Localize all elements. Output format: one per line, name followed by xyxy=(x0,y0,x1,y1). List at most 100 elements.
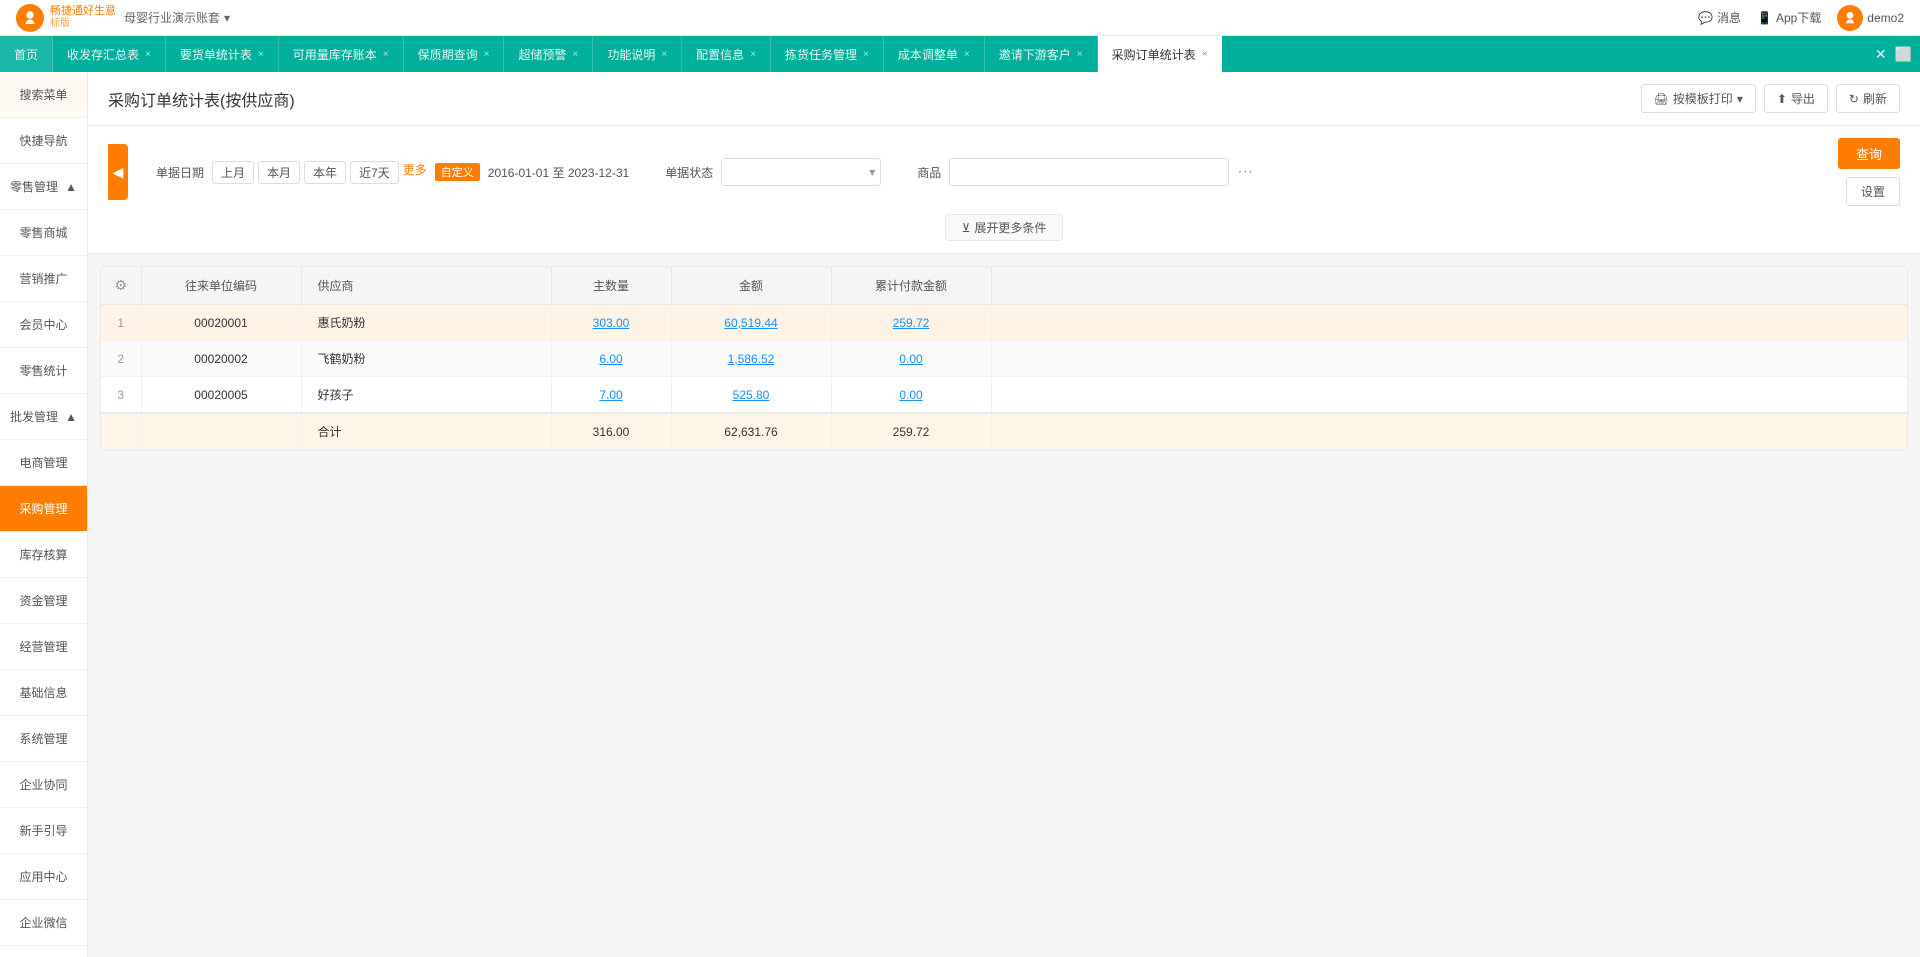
sidebar-item-guide[interactable]: 新手引导 xyxy=(0,808,87,854)
sidebar-item-finance[interactable]: 资金管理 xyxy=(0,578,87,624)
sidebar-item-inventory[interactable]: 库存核算 xyxy=(0,532,87,578)
cell-qty: 6.00 xyxy=(551,341,671,377)
date-btn-thisyear[interactable]: 本年 xyxy=(304,161,346,184)
close-icon[interactable]: × xyxy=(863,49,869,60)
sidebar-label: 会员中心 xyxy=(19,316,67,333)
sidebar-item-wechat[interactable]: 企业微信 xyxy=(0,900,87,946)
cell-amount: 60,519.44 xyxy=(671,305,831,341)
table-row[interactable]: 3 00020005 好孩子 7.00 525.80 0.00 xyxy=(101,377,1907,414)
tab-chaochuyujing[interactable]: 超储预警 × xyxy=(504,36,593,72)
user-avatar[interactable]: demo2 xyxy=(1837,5,1904,31)
sidebar-item-retail-stats[interactable]: 零售统计 xyxy=(0,348,87,394)
sidebar-item-members[interactable]: 会员中心 xyxy=(0,302,87,348)
date-btn-thismonth[interactable]: 本月 xyxy=(258,161,300,184)
avatar-circle xyxy=(1837,5,1863,31)
footer-paid: 259.72 xyxy=(831,413,991,450)
more-options-btn[interactable]: ··· xyxy=(1237,163,1253,181)
cell-num: 3 xyxy=(101,377,141,414)
close-icon[interactable]: × xyxy=(258,49,264,60)
footer-empty-last xyxy=(991,413,1907,450)
sidebar-label: 营销推广 xyxy=(19,270,67,287)
sidebar-item-purchase[interactable]: 采购管理 xyxy=(0,486,87,532)
sidebar-item-collab[interactable]: 企业协同 xyxy=(0,762,87,808)
export-btn[interactable]: ⬆ 导出 xyxy=(1764,84,1828,113)
goods-input[interactable] xyxy=(949,158,1229,186)
sidebar-label: 库存核算 xyxy=(19,546,67,563)
tab-gongneng[interactable]: 功能说明 × xyxy=(593,36,682,72)
toggle-arrow[interactable]: ◀ xyxy=(108,144,128,200)
filter-group-goods: 商品 ··· xyxy=(917,158,1253,186)
tab-yaoqing[interactable]: 邀请下游客户 × xyxy=(985,36,1098,72)
close-icon[interactable]: × xyxy=(572,49,578,60)
expand-conditions-btn[interactable]: ⊻ 展开更多条件 xyxy=(945,214,1064,241)
tab-keyongliang[interactable]: 可用量库存账本 × xyxy=(279,36,404,72)
table-row[interactable]: 1 00020001 惠氏奶粉 303.00 60,519.44 259.72 xyxy=(101,305,1907,341)
sidebar-label: 系统管理 xyxy=(19,730,67,747)
tab-shoufacun[interactable]: 收发存汇总表 × xyxy=(53,36,166,72)
expand-down-icon: ⊻ xyxy=(962,221,971,235)
column-settings-icon[interactable]: ⚙ xyxy=(114,277,127,293)
sidebar-item-ecommerce[interactable]: 电商管理 xyxy=(0,440,87,486)
close-icon[interactable]: × xyxy=(383,49,389,60)
close-icon[interactable]: × xyxy=(750,49,756,60)
date-range: 2016-01-01 至 2023-12-31 xyxy=(488,164,629,181)
sidebar-item-appstore[interactable]: 应用中心 xyxy=(0,854,87,900)
date-btn-lastmonth[interactable]: 上月 xyxy=(212,161,254,184)
tab-jianhuo[interactable]: 拣货任务管理 × xyxy=(771,36,884,72)
sidebar-label: 应用中心 xyxy=(19,868,67,885)
maximize-btn[interactable]: ⬜ xyxy=(1895,46,1912,63)
custom-badge: 自定义 xyxy=(435,163,480,181)
cell-supplier: 惠氏奶粉 xyxy=(301,305,551,341)
close-icon[interactable]: × xyxy=(964,49,970,60)
sidebar-label: 新手引导 xyxy=(19,822,67,839)
breadcrumb-text: 母婴行业演示账套 xyxy=(124,9,220,26)
sidebar-label: 企业微信 xyxy=(19,914,67,931)
tab-label: 要货单统计表 xyxy=(180,46,252,63)
print-btn[interactable]: 🖨 按模板打印 ▾ xyxy=(1641,84,1756,113)
tab-label: 拣货任务管理 xyxy=(785,46,857,63)
th-code: 往来单位编码 xyxy=(141,267,301,305)
sidebar-item-marketing[interactable]: 营销推广 xyxy=(0,256,87,302)
tab-chengben[interactable]: 成本调整单 × xyxy=(884,36,985,72)
refresh-btn[interactable]: ↻ 刷新 xyxy=(1836,84,1900,113)
message-btn[interactable]: 💬 消息 xyxy=(1698,9,1741,26)
sidebar-item-retail-store[interactable]: 零售商城 xyxy=(0,210,87,256)
sidebar-label: 经营管理 xyxy=(19,638,67,655)
settings-btn[interactable]: 设置 xyxy=(1846,177,1900,206)
sidebar-item-quicknav[interactable]: 快捷导航 xyxy=(0,118,87,164)
sidebar-item-wholesale[interactable]: 批发管理 ▲ xyxy=(0,394,87,440)
th-qty: 主数量 xyxy=(551,267,671,305)
close-icon[interactable]: × xyxy=(484,49,490,60)
tab-home[interactable]: 首页 xyxy=(0,36,53,72)
sidebar-label: 企业协同 xyxy=(19,776,67,793)
sidebar-item-vip[interactable]: 畅会员 xyxy=(0,946,87,957)
close-icon[interactable]: × xyxy=(1202,49,1208,60)
sidebar-item-search[interactable]: 搜索菜单 xyxy=(0,72,87,118)
nav-tabs: 首页 收发存汇总表 × 要货单统计表 × 可用量库存账本 × 保质期查询 × 超… xyxy=(0,36,1920,72)
cell-amount: 525.80 xyxy=(671,377,831,414)
breadcrumb[interactable]: 母婴行业演示账套 ▾ xyxy=(124,9,230,26)
refresh-label: 刷新 xyxy=(1863,90,1887,107)
sidebar-item-retail-mgmt[interactable]: 零售管理 ▲ xyxy=(0,164,87,210)
sidebar-item-operations[interactable]: 经营管理 xyxy=(0,624,87,670)
close-tab-btn[interactable]: ✕ xyxy=(1875,46,1887,63)
app-download-btn[interactable]: 📱 App下载 xyxy=(1757,9,1821,26)
sidebar-item-system[interactable]: 系统管理 xyxy=(0,716,87,762)
date-label: 单据日期 xyxy=(156,164,204,181)
close-icon[interactable]: × xyxy=(661,49,667,60)
tab-caigou[interactable]: 采购订单统计表 × xyxy=(1098,36,1223,72)
status-select[interactable] xyxy=(721,158,881,186)
date-btn-7days[interactable]: 近7天 xyxy=(350,161,399,184)
table-row[interactable]: 2 00020002 飞鹤奶粉 6.00 1,586.52 0.00 xyxy=(101,341,1907,377)
date-more-btn[interactable]: 更多 xyxy=(403,161,427,184)
tab-baozhi[interactable]: 保质期查询 × xyxy=(404,36,505,72)
query-btn[interactable]: 查询 xyxy=(1838,138,1900,169)
filter-panel: ◀ 单据日期 上月 本月 本年 近7天 更多 自定义 2016-01-01 至 … xyxy=(88,126,1920,254)
sidebar-label: 采购管理 xyxy=(19,500,67,517)
close-icon[interactable]: × xyxy=(145,49,151,60)
tab-yaohuo[interactable]: 要货单统计表 × xyxy=(166,36,279,72)
tab-peizhi[interactable]: 配置信息 × xyxy=(682,36,771,72)
close-icon[interactable]: × xyxy=(1077,49,1083,60)
cell-num: 1 xyxy=(101,305,141,341)
sidebar-item-basics[interactable]: 基础信息 xyxy=(0,670,87,716)
